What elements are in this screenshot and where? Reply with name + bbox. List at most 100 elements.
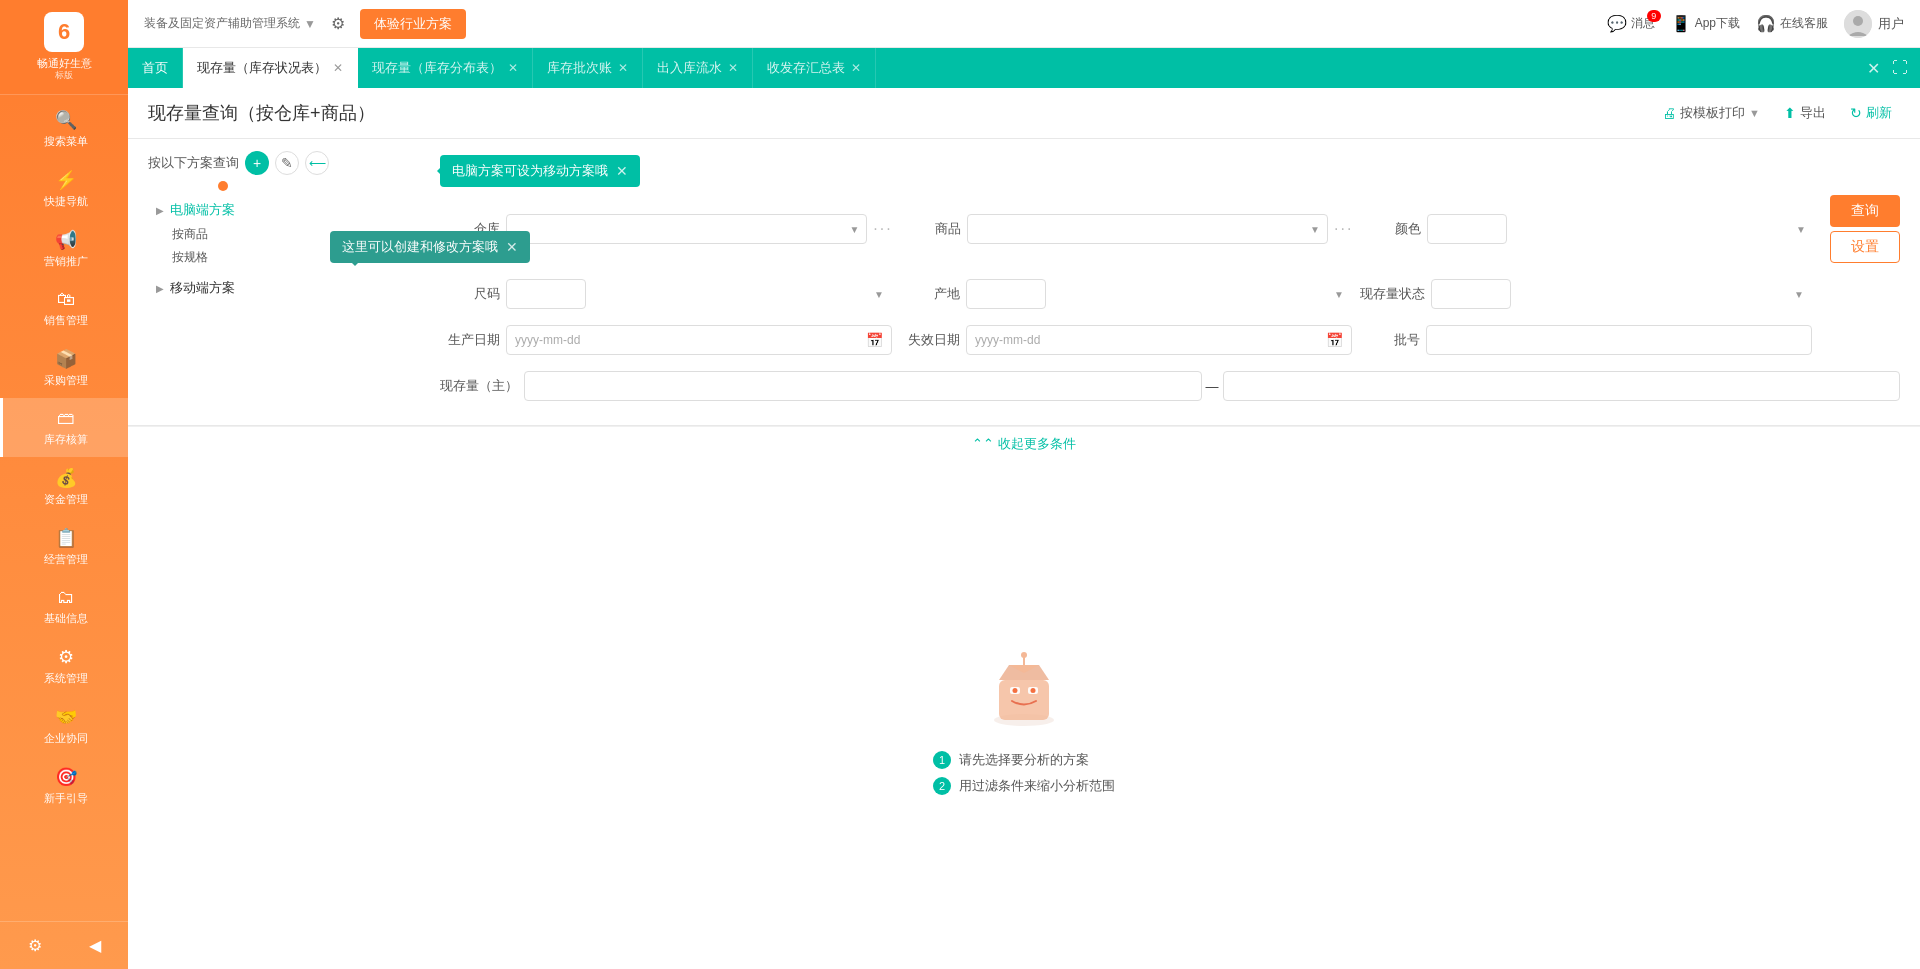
tab-batch-ledger-label: 库存批次账 <box>547 59 612 77</box>
empty-hint-2: 2 用过滤条件来缩小分析范围 <box>933 777 1115 795</box>
top-header: 装备及固定资产辅助管理系统 ▼ ⚙ 体验行业方案 💬 9 消息 📱 App下载 … <box>128 0 1920 48</box>
tab-inventory-status[interactable]: 现存量（库存状况表） ✕ <box>183 48 358 88</box>
warehouse-input[interactable] <box>506 214 867 244</box>
app-download-label: App下载 <box>1695 15 1740 32</box>
produce-date-calendar-icon[interactable]: 📅 <box>866 332 883 348</box>
expire-date-calendar-icon[interactable]: 📅 <box>1326 332 1343 348</box>
warehouse-dots[interactable]: ··· <box>873 220 892 238</box>
inventory-main-from[interactable] <box>524 371 1202 401</box>
produce-date-input[interactable]: yyyy-mm-dd 📅 <box>506 325 892 355</box>
sidebar: 6 畅通好生意 标版 🔍 搜索菜单 ⚡ 快捷导航 📢 营销推广 🛍 销售管理 📦… <box>0 0 128 969</box>
tooltip-create-scheme: 这里可以创建和修改方案哦 ✕ <box>330 231 530 263</box>
sidebar-item-marketing[interactable]: 📢 营销推广 <box>0 219 128 279</box>
collapse-sidebar-btn[interactable]: ◀ <box>85 932 105 959</box>
origin-select[interactable] <box>966 279 1046 309</box>
warehouse-select-wrapper <box>506 214 867 244</box>
tab-in-out-flow[interactable]: 出入库流水 ✕ <box>643 48 753 88</box>
tooltip-create-scheme-text: 这里可以创建和修改方案哦 <box>342 238 498 256</box>
batch-input[interactable] <box>1426 325 1812 355</box>
settings-bottom-btn[interactable]: ⚙ <box>24 932 46 959</box>
marketing-icon: 📢 <box>55 229 77 251</box>
sidebar-bottom: ⚙ ◀ <box>0 921 128 969</box>
mobile-scheme-item[interactable]: ▶ 移动端方案 <box>156 275 428 301</box>
messages-btn[interactable]: 💬 9 消息 <box>1607 14 1655 33</box>
quick-nav-icon: ⚡ <box>55 169 77 191</box>
sidebar-item-enterprise[interactable]: 🤝 企业协同 <box>0 696 128 756</box>
search-btn[interactable]: 查询 <box>1830 195 1900 227</box>
tab-receive-summary-close[interactable]: ✕ <box>851 62 861 74</box>
settings-gear-btn[interactable]: ⚙ <box>324 10 352 38</box>
logo-icon: 6 <box>44 12 84 52</box>
industry-btn[interactable]: 体验行业方案 <box>360 9 466 39</box>
svg-point-6 <box>1013 688 1018 693</box>
sidebar-item-quick-nav[interactable]: ⚡ 快捷导航 <box>0 159 128 219</box>
batch-label: 批号 <box>1360 331 1420 349</box>
tab-inventory-status-close[interactable]: ✕ <box>333 62 343 74</box>
tab-batch-ledger[interactable]: 库存批次账 ✕ <box>533 48 643 88</box>
sidebar-item-base-info[interactable]: 🗂 基础信息 <box>0 577 128 636</box>
inventory-status-select[interactable] <box>1431 279 1511 309</box>
tab-inventory-dist-close[interactable]: ✕ <box>508 62 518 74</box>
online-support-btn[interactable]: 🎧 在线客服 <box>1756 14 1828 33</box>
tab-home[interactable]: 首页 <box>128 48 183 88</box>
sidebar-item-finance[interactable]: 💰 资金管理 <box>0 457 128 517</box>
sidebar-item-system[interactable]: ⚙ 系统管理 <box>0 636 128 696</box>
sidebar-item-purchase[interactable]: 📦 采购管理 <box>0 338 128 398</box>
sidebar-item-inventory[interactable]: 🗃 库存核算 <box>0 398 128 457</box>
reset-btn[interactable]: 设置 <box>1830 231 1900 263</box>
color-select[interactable] <box>1427 214 1507 244</box>
tab-close-all-btn[interactable]: ✕ <box>1863 55 1884 82</box>
size-select[interactable] <box>506 279 586 309</box>
header-left: 装备及固定资产辅助管理系统 ▼ ⚙ 体验行业方案 <box>144 9 466 39</box>
goods-label: 商品 <box>901 220 961 238</box>
hint-1-num: 1 <box>933 751 951 769</box>
hint-2-num: 2 <box>933 777 951 795</box>
export-btn[interactable]: ⬆ 导出 <box>1776 100 1834 126</box>
app-download-btn[interactable]: 📱 App下载 <box>1671 14 1740 33</box>
goods-input[interactable] <box>967 214 1328 244</box>
desktop-scheme-item[interactable]: ▶ 电脑端方案 <box>156 197 428 223</box>
tab-receive-summary[interactable]: 收发存汇总表 ✕ <box>753 48 876 88</box>
empty-hint-1: 1 请先选择要分析的方案 <box>933 751 1115 769</box>
operations-icon: 📋 <box>55 527 77 549</box>
refresh-icon: ↻ <box>1850 105 1862 121</box>
goods-dots[interactable]: ··· <box>1334 220 1353 238</box>
tab-inventory-dist[interactable]: 现存量（库存分布表） ✕ <box>358 48 533 88</box>
header-right: 💬 9 消息 📱 App下载 🎧 在线客服 <box>1607 10 1904 38</box>
tab-home-label: 首页 <box>142 59 168 77</box>
desktop-scheme-label: 电脑端方案 <box>170 201 235 219</box>
user-name: 用户 <box>1878 15 1904 33</box>
sidebar-item-guide[interactable]: 🎯 新手引导 <box>0 756 128 816</box>
color-field: 颜色 <box>1361 214 1814 244</box>
edit-scheme-btn[interactable]: ✎ <box>275 151 299 175</box>
content-area: 现存量查询（按仓库+商品） 🖨 按模板打印 ▼ ⬆ 导出 ↻ 刷新 <box>128 88 1920 969</box>
page-actions: 🖨 按模板打印 ▼ ⬆ 导出 ↻ 刷新 <box>1654 100 1900 126</box>
collapse-more-btn[interactable]: ⌃⌃ 收起更多条件 <box>128 426 1920 461</box>
sidebar-item-operations[interactable]: 📋 经营管理 <box>0 517 128 577</box>
refresh-btn[interactable]: ↻ 刷新 <box>1842 100 1900 126</box>
sidebar-item-sales[interactable]: 🛍 销售管理 <box>0 279 128 338</box>
mobile-scheme-label: 移动端方案 <box>170 279 235 297</box>
sidebar-item-search-menu[interactable]: 🔍 搜索菜单 <box>0 99 128 159</box>
guide-icon: 🎯 <box>55 766 77 788</box>
app-download-icon: 📱 <box>1671 14 1691 33</box>
tab-batch-ledger-close[interactable]: ✕ <box>618 62 628 74</box>
inventory-status-select-wrapper <box>1431 279 1812 309</box>
arrow-scheme-btn[interactable]: ⟵ <box>305 151 329 175</box>
system-select[interactable]: 装备及固定资产辅助管理系统 ▼ <box>144 15 316 32</box>
print-btn[interactable]: 🖨 按模板打印 ▼ <box>1654 100 1768 126</box>
tooltip-create-scheme-close[interactable]: ✕ <box>506 239 518 255</box>
user-info[interactable]: 用户 <box>1844 10 1904 38</box>
tab-fullscreen-btn[interactable]: ⛶ <box>1888 55 1912 81</box>
tooltip-desktop-to-mobile-close[interactable]: ✕ <box>616 163 628 179</box>
inventory-sep: — <box>1206 379 1219 394</box>
expire-date-input[interactable]: yyyy-mm-dd 📅 <box>966 325 1352 355</box>
tab-in-out-flow-close[interactable]: ✕ <box>728 62 738 74</box>
batch-field: 批号 <box>1360 325 1812 355</box>
inventory-main-to[interactable] <box>1223 371 1901 401</box>
goods-field: 商品 ··· <box>901 214 1354 244</box>
color-select-wrapper <box>1427 214 1814 244</box>
size-select-wrapper <box>506 279 892 309</box>
add-scheme-btn[interactable]: + <box>245 151 269 175</box>
collapse-more-label: 收起更多条件 <box>998 436 1076 451</box>
